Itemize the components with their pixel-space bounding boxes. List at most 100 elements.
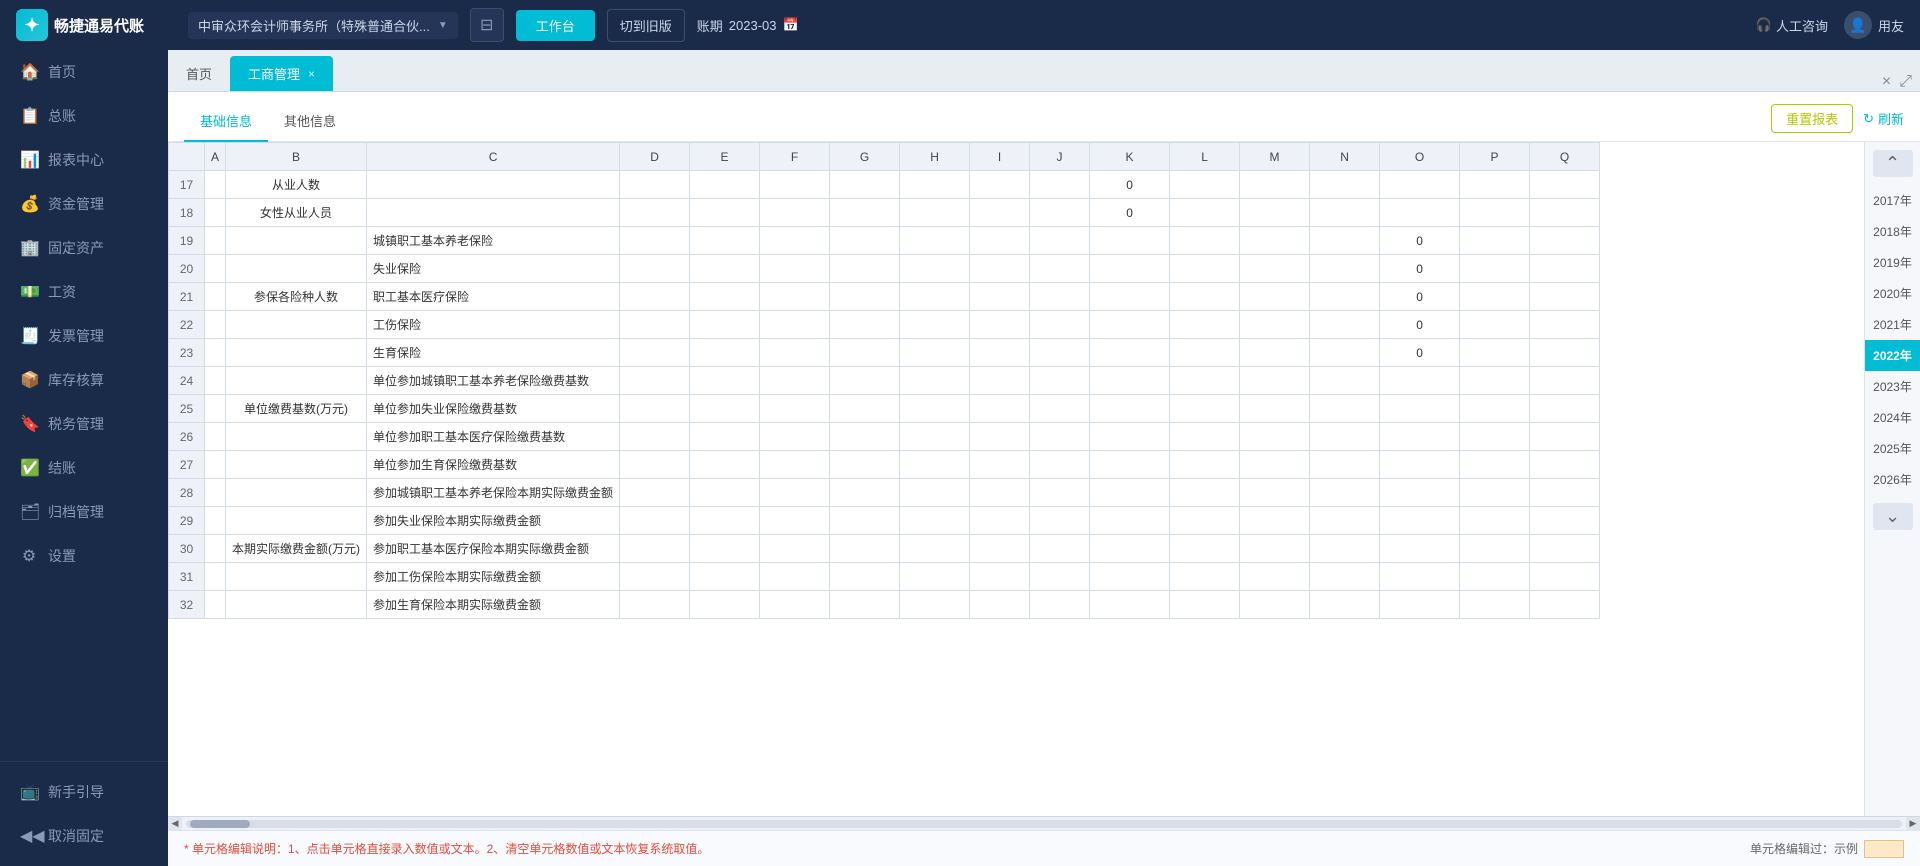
sidebar-item-salary[interactable]: 💵 工资 xyxy=(0,270,168,314)
sidebar-item-ledger[interactable]: 📋 总账 xyxy=(0,94,168,138)
sidebar-item-reports[interactable]: 📊 报表中心 xyxy=(0,138,168,182)
cell-M-27[interactable] xyxy=(1240,451,1310,479)
cell-P-25[interactable] xyxy=(1460,395,1530,423)
tab-other-info[interactable]: 其他信息 xyxy=(268,105,352,142)
cell-B-17[interactable]: 从业人数 xyxy=(226,171,367,199)
cell-K-28[interactable] xyxy=(1090,479,1170,507)
cell-Q-24[interactable] xyxy=(1530,367,1600,395)
cell-H-30[interactable] xyxy=(900,535,970,563)
cell-E-19[interactable] xyxy=(690,227,760,255)
cell-P-30[interactable] xyxy=(1460,535,1530,563)
cell-E-31[interactable] xyxy=(690,563,760,591)
cell-M-19[interactable] xyxy=(1240,227,1310,255)
support-button[interactable]: 🎧 人工咨询 xyxy=(1756,16,1828,35)
cell-L-29[interactable] xyxy=(1170,507,1240,535)
cell-O-23[interactable]: 0 xyxy=(1380,339,1460,367)
cell-N-20[interactable] xyxy=(1310,255,1380,283)
cell-N-21[interactable] xyxy=(1310,283,1380,311)
cell-I-18[interactable] xyxy=(970,199,1030,227)
cell-K-32[interactable] xyxy=(1090,591,1170,619)
cell-K-19[interactable] xyxy=(1090,227,1170,255)
h-scroll-right-btn[interactable]: ▶ xyxy=(1906,817,1920,831)
h-scroll[interactable]: ◀ ▶ xyxy=(168,816,1920,830)
cell-A-31[interactable] xyxy=(205,563,226,591)
cell-F-26[interactable] xyxy=(760,423,830,451)
cell-D-24[interactable] xyxy=(620,367,690,395)
cell-F-28[interactable] xyxy=(760,479,830,507)
cell-L-23[interactable] xyxy=(1170,339,1240,367)
cell-M-29[interactable] xyxy=(1240,507,1310,535)
tab-close-button[interactable]: × xyxy=(308,67,315,81)
cell-C-17[interactable] xyxy=(367,171,620,199)
cell-O-21[interactable]: 0 xyxy=(1380,283,1460,311)
cell-K-31[interactable] xyxy=(1090,563,1170,591)
cell-Q-22[interactable] xyxy=(1530,311,1600,339)
cell-C-18[interactable] xyxy=(367,199,620,227)
cell-L-27[interactable] xyxy=(1170,451,1240,479)
cell-Q-25[interactable] xyxy=(1530,395,1600,423)
user-button[interactable]: 👤 用友 xyxy=(1844,11,1904,39)
copy-button[interactable]: ⊟ xyxy=(470,8,504,42)
cell-D-28[interactable] xyxy=(620,479,690,507)
cell-C-24[interactable]: 单位参加城镇职工基本养老保险缴费基数 xyxy=(367,367,620,395)
cell-A-23[interactable] xyxy=(205,339,226,367)
cell-K-27[interactable] xyxy=(1090,451,1170,479)
cell-G-18[interactable] xyxy=(830,199,900,227)
cell-N-24[interactable] xyxy=(1310,367,1380,395)
cell-C-25[interactable]: 单位参加失业保险缴费基数 xyxy=(367,395,620,423)
cell-A-28[interactable] xyxy=(205,479,226,507)
sidebar-item-closing[interactable]: ✅ 结账 xyxy=(0,446,168,490)
cell-K-17[interactable]: 0 xyxy=(1090,171,1170,199)
cell-M-22[interactable] xyxy=(1240,311,1310,339)
cell-K-25[interactable] xyxy=(1090,395,1170,423)
cell-C-27[interactable]: 单位参加生育保险缴费基数 xyxy=(367,451,620,479)
cell-B-26[interactable] xyxy=(226,423,367,451)
cell-Q-21[interactable] xyxy=(1530,283,1600,311)
cell-L-18[interactable] xyxy=(1170,199,1240,227)
cell-I-25[interactable] xyxy=(970,395,1030,423)
cell-A-26[interactable] xyxy=(205,423,226,451)
cell-H-26[interactable] xyxy=(900,423,970,451)
cell-I-19[interactable] xyxy=(970,227,1030,255)
cell-D-23[interactable] xyxy=(620,339,690,367)
cell-A-24[interactable] xyxy=(205,367,226,395)
cell-H-20[interactable] xyxy=(900,255,970,283)
cell-F-20[interactable] xyxy=(760,255,830,283)
cell-H-28[interactable] xyxy=(900,479,970,507)
cell-A-19[interactable] xyxy=(205,227,226,255)
cell-O-20[interactable]: 0 xyxy=(1380,255,1460,283)
reset-report-button[interactable]: 重置报表 xyxy=(1771,104,1853,133)
cell-G-27[interactable] xyxy=(830,451,900,479)
cell-F-24[interactable] xyxy=(760,367,830,395)
cell-P-28[interactable] xyxy=(1460,479,1530,507)
cell-Q-18[interactable] xyxy=(1530,199,1600,227)
cell-E-27[interactable] xyxy=(690,451,760,479)
cell-H-31[interactable] xyxy=(900,563,970,591)
cell-P-17[interactable] xyxy=(1460,171,1530,199)
year-item-2021年[interactable]: 2021年 xyxy=(1865,309,1920,340)
cell-N-23[interactable] xyxy=(1310,339,1380,367)
cell-N-29[interactable] xyxy=(1310,507,1380,535)
cell-H-23[interactable] xyxy=(900,339,970,367)
cell-E-30[interactable] xyxy=(690,535,760,563)
cell-Q-19[interactable] xyxy=(1530,227,1600,255)
cell-M-26[interactable] xyxy=(1240,423,1310,451)
sidebar-item-tax[interactable]: 🔖 税务管理 xyxy=(0,402,168,446)
spreadsheet-container[interactable]: A B C D E F G H I J K L M xyxy=(168,142,1864,816)
cell-B-32[interactable] xyxy=(226,591,367,619)
pin-button[interactable]: ◀◀ 取消固定 xyxy=(0,814,168,858)
cell-C-31[interactable]: 参加工伤保险本期实际缴费金额 xyxy=(367,563,620,591)
cell-A-32[interactable] xyxy=(205,591,226,619)
cell-I-30[interactable] xyxy=(970,535,1030,563)
cell-O-27[interactable] xyxy=(1380,451,1460,479)
cell-G-23[interactable] xyxy=(830,339,900,367)
year-item-2020年[interactable]: 2020年 xyxy=(1865,278,1920,309)
cell-O-22[interactable]: 0 xyxy=(1380,311,1460,339)
cell-D-27[interactable] xyxy=(620,451,690,479)
cell-P-23[interactable] xyxy=(1460,339,1530,367)
cell-L-30[interactable] xyxy=(1170,535,1240,563)
cell-I-31[interactable] xyxy=(970,563,1030,591)
cell-H-17[interactable] xyxy=(900,171,970,199)
cell-G-21[interactable] xyxy=(830,283,900,311)
cell-D-21[interactable] xyxy=(620,283,690,311)
